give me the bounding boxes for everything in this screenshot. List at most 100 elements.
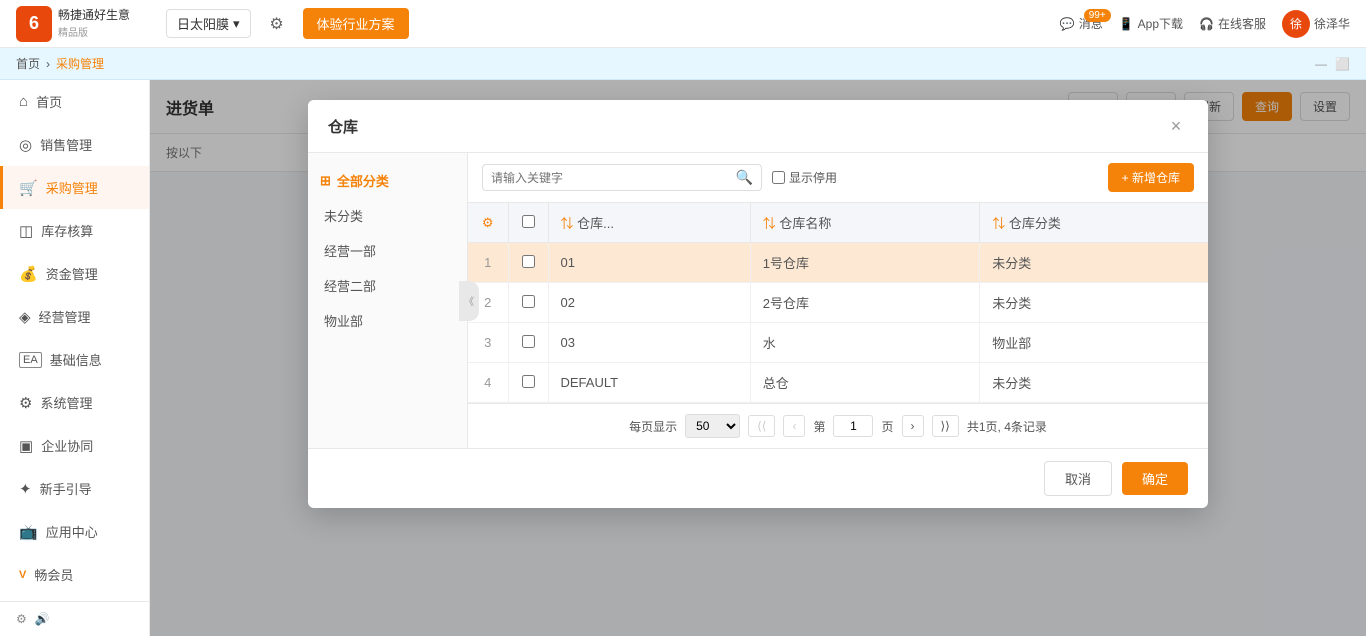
th-code: ⇅ 仓库...	[548, 203, 750, 243]
row-checkbox[interactable]	[508, 323, 548, 363]
all-category-btn[interactable]: ⊞ 全部分类	[308, 163, 467, 198]
show-disabled-checkbox-label[interactable]: 显示停用	[772, 169, 837, 186]
category-item-unclassified[interactable]: 未分类	[308, 198, 467, 233]
select-all-checkbox[interactable]	[522, 215, 535, 228]
logo-name: 畅捷通好生意	[58, 8, 130, 24]
trial-button[interactable]: 体验行业方案	[303, 8, 409, 39]
row-name: 总仓	[750, 363, 979, 403]
online-service-label: 在线客服	[1218, 15, 1266, 32]
sidebar-label-finance: 资金管理	[46, 264, 98, 283]
table-row[interactable]: 1 01 1号仓库 未分类	[468, 243, 1208, 283]
avatar-letter: 徐	[1290, 15, 1302, 32]
row-name: 2号仓库	[750, 283, 979, 323]
row-code: 03	[548, 323, 750, 363]
sidebar-item-sales[interactable]: ◎ 销售管理	[0, 123, 149, 166]
prev-page-btn[interactable]: ‹	[783, 415, 805, 437]
breadcrumb: 首页 › 采购管理 — ⬜	[0, 48, 1366, 80]
row-checkbox[interactable]	[508, 283, 548, 323]
sidebar-label-purchase: 采购管理	[46, 178, 98, 197]
modal-title: 仓库	[328, 116, 358, 137]
row-code: 01	[548, 243, 750, 283]
sidebar-item-enterprise[interactable]: ▣ 企业协同	[0, 424, 149, 467]
table-row[interactable]: 4 DEFAULT 总仓 未分类	[468, 363, 1208, 403]
table-toolbar: 🔍 显示停用 + 新增仓库	[468, 153, 1208, 203]
first-page-btn[interactable]: ⟨⟨	[748, 415, 775, 437]
table-row[interactable]: 2 02 2号仓库 未分类	[468, 283, 1208, 323]
next-page-btn[interactable]: ›	[902, 415, 924, 437]
finance-icon: 💰	[19, 265, 38, 283]
row-category: 未分类	[980, 243, 1208, 283]
modal-close-button[interactable]: ×	[1164, 114, 1188, 138]
sidebar-label-system: 系统管理	[40, 393, 92, 412]
table-row[interactable]: 3 03 水 物业部	[468, 323, 1208, 363]
sidebar-label-member: 畅会员	[34, 565, 73, 584]
sidebar-item-finance[interactable]: 💰 资金管理	[0, 252, 149, 295]
sidebar-label-guide: 新手引导	[40, 479, 92, 498]
row-checkbox[interactable]	[508, 243, 548, 283]
breadcrumb-home[interactable]: 首页	[16, 55, 40, 72]
confirm-button[interactable]: 确定	[1122, 462, 1188, 495]
operations-icon: ◈	[19, 308, 31, 326]
show-disabled-checkbox[interactable]	[772, 171, 785, 184]
sidebar-item-system[interactable]: ⚙ 系统管理	[0, 381, 149, 424]
avatar: 徐	[1282, 10, 1310, 38]
row-num: 3	[468, 323, 508, 363]
search-icon[interactable]: 🔍	[736, 169, 753, 186]
system-icon: ⚙	[19, 394, 32, 412]
basic-icon: EA	[19, 352, 42, 368]
category-item-property[interactable]: 物业部	[308, 303, 467, 338]
appcenter-icon: 📺	[19, 523, 38, 541]
sidebar-item-home[interactable]: ⌂ 首页	[0, 80, 149, 123]
sort-icon-name: ⇅	[763, 216, 776, 231]
category-item-ops1[interactable]: 经营一部	[308, 233, 467, 268]
page-input[interactable]	[833, 415, 873, 437]
row-category: 物业部	[980, 323, 1208, 363]
sidebar-item-guide[interactable]: ✦ 新手引导	[0, 467, 149, 510]
row-checkbox[interactable]	[508, 363, 548, 403]
sidebar-item-member[interactable]: V 畅会员	[0, 553, 149, 596]
sidebar-bottom[interactable]: ⚙ 🔊	[0, 601, 149, 636]
header-right: 💬 消息 99+ 📱 App下载 🎧 在线客服 徐 徐泽华	[1060, 10, 1350, 38]
row-code: DEFAULT	[548, 363, 750, 403]
last-page-btn[interactable]: ⟩⟩	[932, 415, 959, 437]
app-download-item[interactable]: 📱 App下载	[1119, 15, 1183, 32]
sidebar-label-enterprise: 企业协同	[41, 436, 93, 455]
add-warehouse-button[interactable]: + 新增仓库	[1108, 163, 1194, 192]
table-header-row: ⚙ ⇅ 仓库...	[468, 203, 1208, 243]
store-selector[interactable]: 日太阳膜 ▾	[166, 9, 251, 38]
breadcrumb-current: 采购管理	[56, 55, 104, 72]
modal-overlay: 仓库 × ⊞ 全部分类 未分类 经营一部 经营二部 物业部	[150, 80, 1366, 636]
online-service-item[interactable]: 🎧 在线客服	[1199, 15, 1266, 32]
window-maximize-icon[interactable]: ⬜	[1335, 57, 1350, 71]
top-header: 6 畅捷通好生意 精品版 日太阳膜 ▾ ⚙ 体验行业方案 💬 消息 99+ 📱 …	[0, 0, 1366, 48]
search-box: 🔍	[482, 164, 762, 191]
sidebar-item-inventory[interactable]: ◫ 库存核算	[0, 209, 149, 252]
message-icon: 💬	[1060, 17, 1075, 31]
search-input[interactable]	[491, 171, 730, 185]
sidebar-item-purchase[interactable]: 🛒 采购管理	[0, 166, 149, 209]
inventory-icon: ◫	[19, 222, 33, 240]
sidebar-item-basic[interactable]: EA 基础信息	[0, 338, 149, 381]
per-page-select[interactable]: 50 100	[685, 414, 740, 438]
sidebar-item-operations[interactable]: ◈ 经营管理	[0, 295, 149, 338]
data-table: ⚙ ⇅ 仓库...	[468, 203, 1208, 403]
pagination: 每页显示 50 100 ⟨⟨ ‹ 第 页 › ⟩⟩	[468, 403, 1208, 448]
row-num: 1	[468, 243, 508, 283]
settings-icon-btn[interactable]: ⚙	[261, 8, 293, 40]
sidebar-item-appcenter[interactable]: 📺 应用中心	[0, 510, 149, 553]
per-page-label: 每页显示	[629, 418, 677, 435]
message-item[interactable]: 💬 消息 99+	[1060, 15, 1103, 32]
user-item[interactable]: 徐 徐泽华	[1282, 10, 1350, 38]
th-settings-icon[interactable]: ⚙	[482, 215, 494, 230]
headset-icon: 🎧	[1199, 17, 1214, 31]
category-collapse-btn[interactable]: 《	[459, 281, 479, 321]
cancel-button[interactable]: 取消	[1044, 461, 1112, 496]
logo-icon: 6	[16, 6, 52, 42]
window-minimize-icon[interactable]: —	[1315, 57, 1327, 71]
category-item-ops2[interactable]: 经营二部	[308, 268, 467, 303]
row-num: 4	[468, 363, 508, 403]
table-body: 1 01 1号仓库 未分类 2 02	[468, 243, 1208, 403]
th-name: ⇅ 仓库名称	[750, 203, 979, 243]
category-sidebar: ⊞ 全部分类 未分类 经营一部 经营二部 物业部 《	[308, 153, 468, 448]
warehouse-modal: 仓库 × ⊞ 全部分类 未分类 经营一部 经营二部 物业部	[308, 100, 1208, 508]
